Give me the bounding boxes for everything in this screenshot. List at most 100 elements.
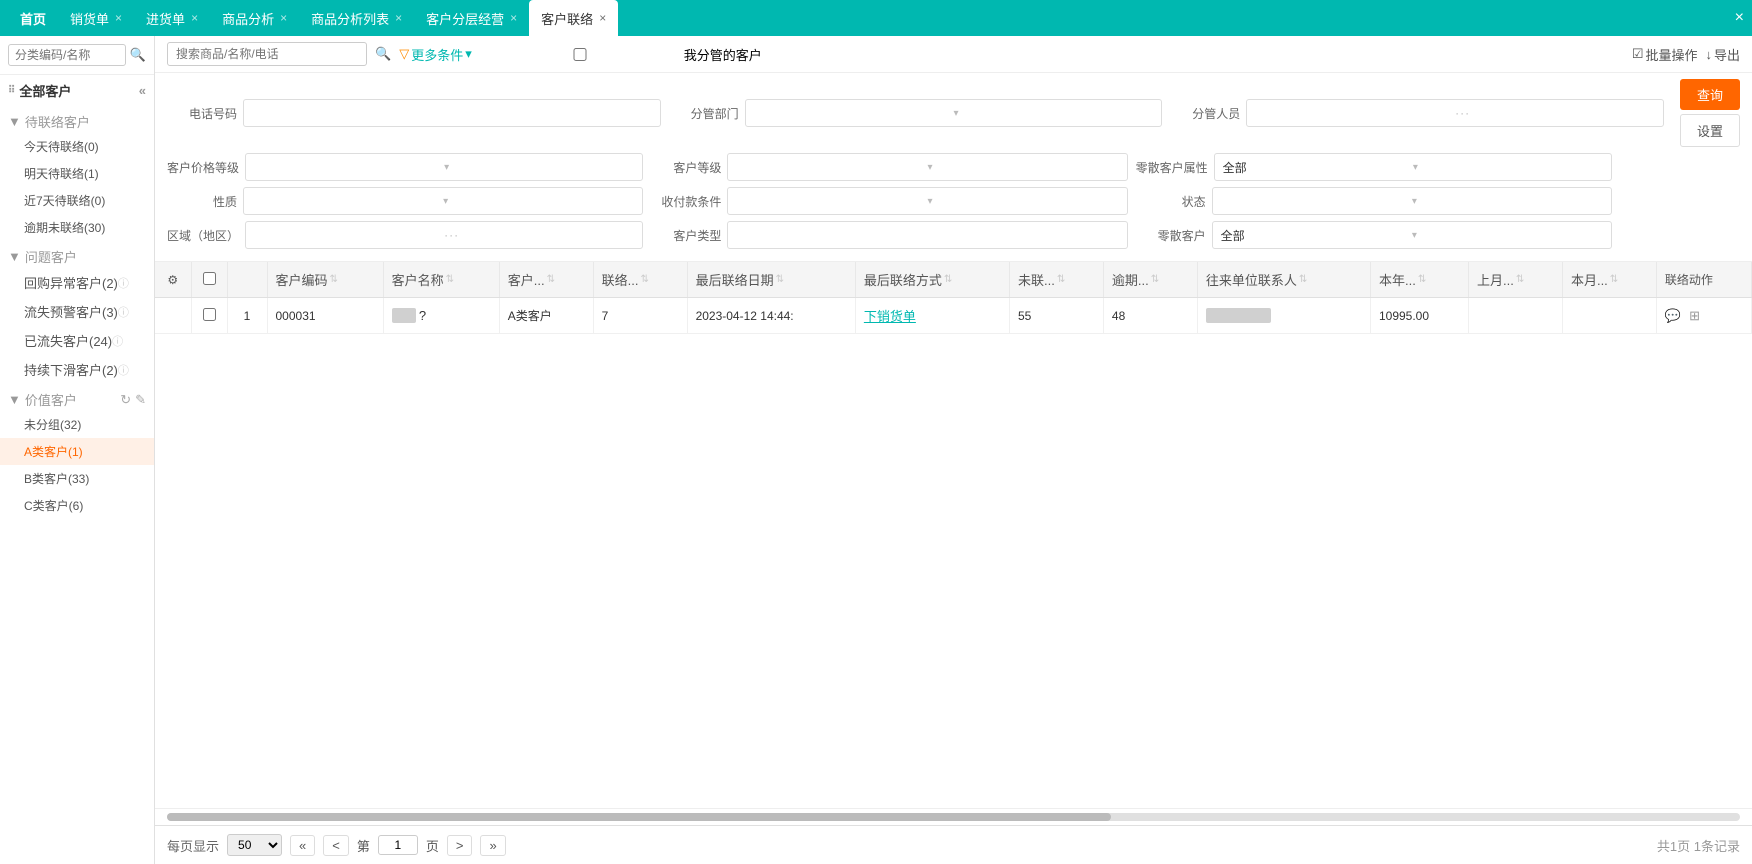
- customer-level-select[interactable]: ▾: [727, 153, 1127, 181]
- sort-type[interactable]: ⇅: [547, 274, 555, 285]
- row-checkbox[interactable]: [203, 308, 216, 321]
- chat-icon[interactable]: 💬: [1665, 308, 1681, 324]
- my-customers-checkbox-label[interactable]: 我分管的客户: [480, 45, 762, 64]
- th-unit-contact[interactable]: 往来单位联系人⇅: [1197, 262, 1370, 298]
- th-uncontacted[interactable]: 未联...⇅: [1009, 262, 1103, 298]
- nav-purchase[interactable]: 进货单 ×: [134, 0, 210, 36]
- dept-select[interactable]: ▾: [745, 99, 1163, 127]
- th-overdue[interactable]: 逾期...⇅: [1103, 262, 1197, 298]
- th-this-year[interactable]: 本年...⇅: [1370, 262, 1468, 298]
- th-settings[interactable]: ⚙: [155, 262, 191, 298]
- sort-overdue[interactable]: ⇅: [1151, 274, 1159, 285]
- sidebar-item-class-c[interactable]: C类客户(6): [0, 492, 154, 519]
- phone-input[interactable]: [243, 99, 661, 127]
- close-product-analysis-tab[interactable]: ×: [280, 11, 287, 25]
- all-customers-header[interactable]: ⠿ 全部客户 «: [0, 75, 154, 106]
- sidebar-item-abnormal-repurchase[interactable]: 回购异常客户(2) ⓘ: [0, 268, 154, 297]
- nav-customer-contact[interactable]: 客户联络 ×: [529, 0, 618, 36]
- settings-button[interactable]: 设置: [1680, 114, 1740, 147]
- close-customer-segment-tab[interactable]: ×: [510, 11, 517, 25]
- last-page-btn[interactable]: »: [480, 835, 505, 856]
- close-app-button[interactable]: ×: [1735, 9, 1744, 27]
- search-input[interactable]: [167, 42, 367, 66]
- sort-code[interactable]: ⇅: [330, 274, 338, 285]
- horizontal-scrollbar-thumb[interactable]: [167, 813, 1111, 821]
- th-customer-code[interactable]: 客户编码⇅: [267, 262, 383, 298]
- page-size-select[interactable]: 50 100 200: [227, 834, 282, 856]
- unit-contact-blurred: RE .: [1206, 308, 1271, 323]
- nav-home[interactable]: 首页: [8, 0, 58, 36]
- nav-customer-segment[interactable]: 客户分层经营 ×: [414, 0, 529, 36]
- nature-select[interactable]: ▾: [243, 187, 643, 215]
- batch-operation-btn[interactable]: ☑ 批量操作: [1632, 45, 1698, 64]
- horizontal-scrollbar[interactable]: [167, 813, 1740, 821]
- top-nav: 首页 销货单 × 进货单 × 商品分析 × 商品分析列表 × 客户分层经营 × …: [0, 0, 1752, 36]
- region-input[interactable]: ···: [245, 221, 643, 249]
- th-customer-type[interactable]: 客户...⇅: [499, 262, 593, 298]
- nav-product-analysis[interactable]: 商品分析 ×: [210, 0, 299, 36]
- query-button[interactable]: 查询: [1680, 79, 1740, 110]
- export-btn[interactable]: ↓ 导出: [1705, 45, 1740, 64]
- qr-icon[interactable]: ⊞: [1689, 308, 1700, 324]
- sidebar-search-icon[interactable]: 🔍: [130, 47, 146, 63]
- th-this-month[interactable]: 本月...⇅: [1562, 262, 1656, 298]
- customer-type-input[interactable]: [727, 221, 1127, 249]
- th-last-contact-date[interactable]: 最后联络日期⇅: [687, 262, 855, 298]
- refresh-value-icon[interactable]: ↻: [120, 392, 131, 408]
- filter-cell-retail-attr: 零散客户属性 全部 ▾: [1136, 153, 1612, 181]
- sidebar-item-overdue-contact[interactable]: 逾期未联络(30): [0, 214, 154, 241]
- search-icon[interactable]: 🔍: [375, 46, 391, 62]
- th-last-month[interactable]: 上月...⇅: [1469, 262, 1563, 298]
- sidebar-item-churn-warning[interactable]: 流失预警客户(3) ⓘ: [0, 297, 154, 326]
- sort-contact[interactable]: ⇅: [640, 274, 648, 285]
- pagination: 每页显示 50 100 200 « < 第 页 > » 共1页 1条记录: [155, 825, 1752, 864]
- collapse-icon[interactable]: «: [139, 83, 146, 98]
- th-contact[interactable]: 联络...⇅: [593, 262, 687, 298]
- edit-value-icon[interactable]: ✎: [135, 392, 146, 408]
- sidebar-item-churned[interactable]: 已流失客户(24) ⓘ: [0, 326, 154, 355]
- sort-this-year[interactable]: ⇅: [1418, 274, 1426, 285]
- sidebar-item-tomorrow-pending[interactable]: 明天待联络(1): [0, 160, 154, 187]
- sidebar-search-input[interactable]: [8, 44, 126, 66]
- sort-this-month[interactable]: ⇅: [1610, 274, 1618, 285]
- status-select[interactable]: ▾: [1212, 187, 1612, 215]
- sidebar-item-class-b[interactable]: B类客户(33): [0, 465, 154, 492]
- manager-input[interactable]: ···: [1246, 99, 1664, 127]
- close-product-analysis-list-tab[interactable]: ×: [395, 11, 402, 25]
- retail-attr-select[interactable]: 全部 ▾: [1214, 153, 1612, 181]
- close-customer-contact-tab[interactable]: ×: [599, 11, 606, 25]
- sort-uncontacted[interactable]: ⇅: [1057, 274, 1065, 285]
- prev-page-btn[interactable]: <: [323, 835, 349, 856]
- sidebar-item-today-pending[interactable]: 今天待联络(0): [0, 133, 154, 160]
- payment-select[interactable]: ▾: [727, 187, 1127, 215]
- close-sales-tab[interactable]: ×: [115, 11, 122, 25]
- sidebar-item-class-a[interactable]: A类客户(1): [0, 438, 154, 465]
- next-page-btn[interactable]: >: [447, 835, 473, 856]
- sort-unit-contact[interactable]: ⇅: [1299, 274, 1307, 285]
- sort-last-method[interactable]: ⇅: [944, 274, 952, 285]
- th-checkbox[interactable]: [191, 262, 227, 298]
- close-purchase-tab[interactable]: ×: [191, 11, 198, 25]
- price-level-select[interactable]: ▾: [245, 153, 643, 181]
- nav-sales[interactable]: 销货单 ×: [58, 0, 134, 36]
- last-contact-link[interactable]: 下销货单: [864, 309, 916, 324]
- th-customer-name[interactable]: 客户名称⇅: [383, 262, 499, 298]
- sort-last-month[interactable]: ⇅: [1516, 274, 1524, 285]
- more-conditions-btn[interactable]: ▽ 更多条件 ▾: [399, 45, 472, 64]
- td-checkbox[interactable]: [191, 298, 227, 334]
- sort-last-date[interactable]: ⇅: [776, 274, 784, 285]
- td-last-contact-method[interactable]: 下销货单: [855, 298, 1009, 334]
- sidebar-item-declining[interactable]: 持续下滑客户(2) ⓘ: [0, 355, 154, 384]
- retail-customer-select[interactable]: 全部 ▾: [1212, 221, 1612, 249]
- select-all-checkbox[interactable]: [203, 272, 216, 285]
- sidebar-item-unclassified[interactable]: 未分组(32): [0, 411, 154, 438]
- th-last-contact-method[interactable]: 最后联络方式⇅: [855, 262, 1009, 298]
- my-customers-checkbox[interactable]: [480, 48, 680, 61]
- page-input[interactable]: [378, 835, 418, 855]
- sort-name[interactable]: ⇅: [446, 274, 454, 285]
- filter-row-1: 电话号码 分管部门 ▾ 分管人员 ···: [167, 79, 1740, 147]
- first-page-btn[interactable]: «: [290, 835, 315, 856]
- sidebar-item-7days-pending[interactable]: 近7天待联络(0): [0, 187, 154, 214]
- nav-product-analysis-list[interactable]: 商品分析列表 ×: [299, 0, 414, 36]
- phone-label: 电话号码: [167, 105, 237, 122]
